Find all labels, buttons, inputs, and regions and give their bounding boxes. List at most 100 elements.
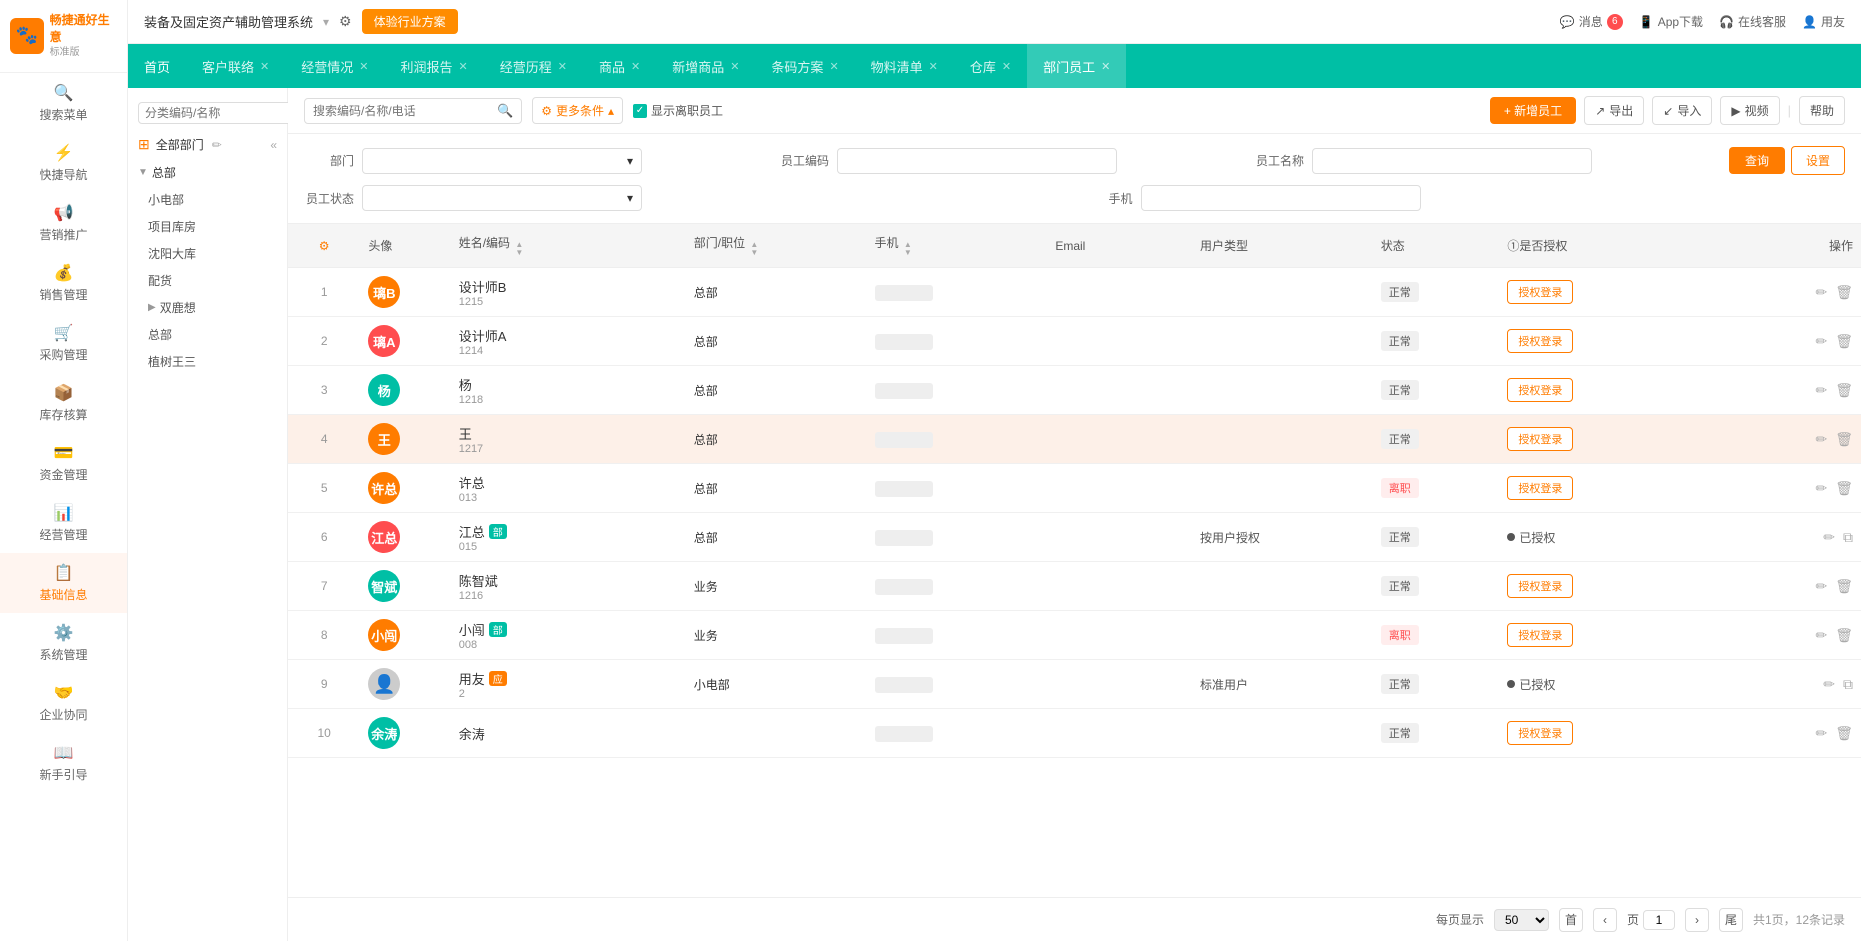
dept-node-projectroom[interactable]: 项目库房 <box>128 213 287 240</box>
employee-name-input[interactable] <box>1312 148 1592 174</box>
auth-button[interactable]: 授权登录 <box>1507 329 1573 353</box>
tab-profit-close[interactable]: ✕ <box>459 60 468 73</box>
tab-goods[interactable]: 商品 ✕ <box>583 44 656 88</box>
sidebar-item-collab[interactable]: 🤝 企业协同 <box>0 673 127 733</box>
show-dimission-toggle[interactable]: ✓ 显示离职员工 <box>633 102 723 119</box>
delete-button[interactable]: 🗑 <box>1835 627 1853 644</box>
auth-button[interactable]: 授权登录 <box>1507 574 1573 598</box>
delete-button[interactable]: 🗑 <box>1835 725 1853 742</box>
auth-button[interactable]: 授权登录 <box>1507 378 1573 402</box>
sidebar-item-inventory[interactable]: 📦 库存核算 <box>0 373 127 433</box>
app-download-button[interactable]: 📱 App下载 <box>1639 13 1703 30</box>
user-avatar[interactable]: 👤 用友 <box>1802 13 1845 30</box>
employee-search-input[interactable] <box>313 104 493 118</box>
tab-bom[interactable]: 物料清单 ✕ <box>855 44 954 88</box>
delete-button[interactable]: 🗑 <box>1835 578 1853 595</box>
sidebar-item-finance[interactable]: 💳 资金管理 <box>0 433 127 493</box>
tab-warehouse[interactable]: 仓库 ✕ <box>954 44 1027 88</box>
tab-ops-close[interactable]: ✕ <box>359 60 368 73</box>
tab-dept-employee-close[interactable]: ✕ <box>1101 60 1110 73</box>
sidebar-item-search[interactable]: 🔍 搜索菜单 <box>0 73 127 133</box>
tab-history[interactable]: 经营历程 ✕ <box>484 44 583 88</box>
sidebar-item-guide[interactable]: 📖 新手引导 <box>0 733 127 793</box>
auth-button[interactable]: 授权登录 <box>1507 280 1573 304</box>
sidebar-item-sales[interactable]: 💰 销售管理 <box>0 253 127 313</box>
settings-col-icon[interactable]: ⚙ <box>319 239 330 253</box>
sidebar-item-system[interactable]: ⚙️ 系统管理 <box>0 613 127 673</box>
edit-button[interactable]: ✏ <box>1815 725 1827 742</box>
dept-node-xiaodibu[interactable]: 小电部 <box>128 186 287 213</box>
auth-button[interactable]: 授权登录 <box>1507 721 1573 745</box>
trial-button[interactable]: 体验行业方案 <box>362 9 458 34</box>
import-button[interactable]: ↙ 导入 <box>1652 96 1712 125</box>
th-phone[interactable]: 手机 ▲▼ <box>867 224 1048 268</box>
sidebar-item-purchase[interactable]: 🛒 采购管理 <box>0 313 127 373</box>
tab-home[interactable]: 首页 <box>128 44 186 88</box>
dept-node-shenyang[interactable]: 沈阳大库 <box>128 240 287 267</box>
tab-add-goods[interactable]: 新增商品 ✕ <box>656 44 755 88</box>
dept-select[interactable]: ▾ <box>362 148 642 174</box>
tab-profit[interactable]: 利润报告 ✕ <box>384 44 483 88</box>
query-button[interactable]: 查询 <box>1729 147 1785 174</box>
dept-collapse-icon[interactable]: « <box>270 138 277 152</box>
dept-edit-icon[interactable]: ✏ <box>212 138 222 152</box>
online-service-button[interactable]: 🎧 在线客服 <box>1719 13 1786 30</box>
tab-customer[interactable]: 客户联络 ✕ <box>186 44 285 88</box>
sidebar-item-quicknav[interactable]: ⚡ 快捷导航 <box>0 133 127 193</box>
page-input[interactable] <box>1643 910 1675 930</box>
tab-history-close[interactable]: ✕ <box>558 60 567 73</box>
tab-customer-close[interactable]: ✕ <box>260 60 269 73</box>
system-title-dropdown[interactable]: ▾ <box>323 15 329 29</box>
delete-button[interactable]: 🗑 <box>1835 480 1853 497</box>
copy-button[interactable]: ⧉ <box>1843 676 1853 693</box>
tab-barcode[interactable]: 条码方案 ✕ <box>755 44 854 88</box>
dept-node-zongbu-sub[interactable]: 总部 <box>128 321 287 348</box>
sidebar-item-operations[interactable]: 📊 经营管理 <box>0 493 127 553</box>
settings-button[interactable]: 设置 <box>1791 146 1845 175</box>
edit-button[interactable]: ✏ <box>1815 284 1827 301</box>
th-dept-position[interactable]: 部门/职位 ▲▼ <box>686 224 867 268</box>
tab-add-goods-close[interactable]: ✕ <box>730 60 739 73</box>
auth-button[interactable]: 授权登录 <box>1507 476 1573 500</box>
tab-dept-employee[interactable]: 部门员工 ✕ <box>1027 44 1126 88</box>
tab-operations-status[interactable]: 经营情况 ✕ <box>285 44 384 88</box>
help-button[interactable]: 帮助 <box>1799 96 1845 125</box>
dept-node-zongbu-parent[interactable]: ▼ 总部 <box>128 159 287 186</box>
sidebar-item-basic-info[interactable]: 📋 基础信息 <box>0 553 127 613</box>
add-employee-button[interactable]: + 新增员工 <box>1490 97 1576 124</box>
edit-button[interactable]: ✏ <box>1815 333 1827 350</box>
auth-button[interactable]: 授权登录 <box>1507 623 1573 647</box>
th-name-code[interactable]: 姓名/编码 ▲▼ <box>451 224 686 268</box>
next-page-button[interactable]: › <box>1685 908 1709 932</box>
tab-goods-close[interactable]: ✕ <box>631 60 640 73</box>
delete-button[interactable]: 🗑 <box>1835 333 1853 350</box>
phone-input[interactable] <box>1141 185 1421 211</box>
edit-button[interactable]: ✏ <box>1815 480 1827 497</box>
export-button[interactable]: ↗ 导出 <box>1584 96 1644 125</box>
delete-button[interactable]: 🗑 <box>1835 284 1853 301</box>
first-page-button[interactable]: 首 <box>1559 908 1583 932</box>
last-page-button[interactable]: 尾 <box>1719 908 1743 932</box>
edit-button[interactable]: ✏ <box>1815 431 1827 448</box>
tab-warehouse-close[interactable]: ✕ <box>1002 60 1011 73</box>
copy-button[interactable]: ⧉ <box>1843 529 1853 546</box>
edit-button[interactable]: ✏ <box>1815 578 1827 595</box>
prev-page-button[interactable]: ‹ <box>1593 908 1617 932</box>
edit-button[interactable]: ✏ <box>1815 627 1827 644</box>
edit-button[interactable]: ✏ <box>1823 676 1835 693</box>
edit-button[interactable]: ✏ <box>1815 382 1827 399</box>
more-conditions-button[interactable]: ⚙ 更多条件 ▴ <box>532 97 623 124</box>
dept-search-input[interactable] <box>138 102 307 124</box>
delete-button[interactable]: 🗑 <box>1835 431 1853 448</box>
sidebar-item-marketing[interactable]: 📢 营销推广 <box>0 193 127 253</box>
employee-code-input[interactable] <box>837 148 1117 174</box>
edit-button[interactable]: ✏ <box>1823 529 1835 546</box>
page-size-select[interactable]: 50 100 200 <box>1494 909 1549 931</box>
delete-button[interactable]: 🗑 <box>1835 382 1853 399</box>
status-select[interactable]: ▾ <box>362 185 642 211</box>
auth-button[interactable]: 授权登录 <box>1507 427 1573 451</box>
view-button[interactable]: ▶ 视频 <box>1720 96 1779 125</box>
settings-gear-icon[interactable]: ⚙ <box>339 13 352 30</box>
dept-node-shuanglu[interactable]: ▶ 双鹿想 <box>128 294 287 321</box>
tab-bom-close[interactable]: ✕ <box>929 60 938 73</box>
